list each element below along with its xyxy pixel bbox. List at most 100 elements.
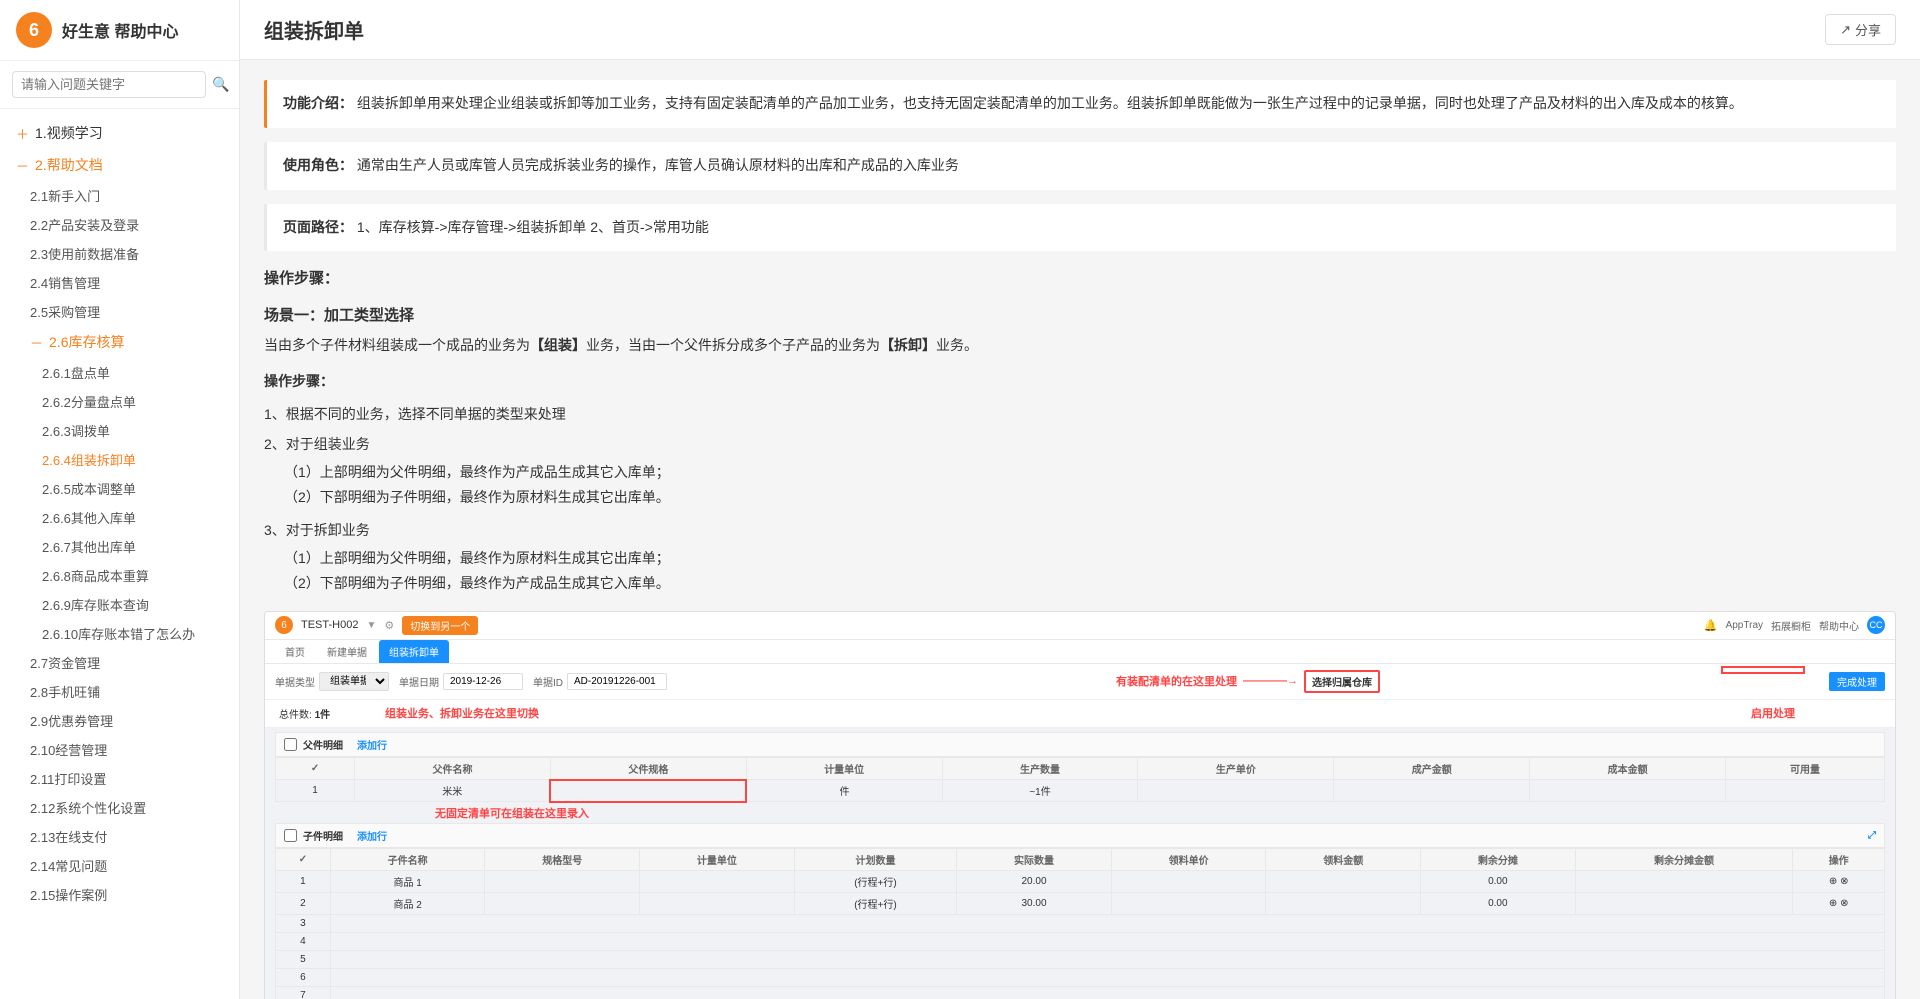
mock-upper-table: ✓ 父件名称 父件规格 计量单位 生产数量 生产单价 成产金额 成本金额 可用量 <box>275 757 1885 803</box>
mock-tab-new[interactable]: 新建单据 <box>317 640 377 663</box>
mock-screen: 6 TEST-H002 ▼ ⚙ 切换到另一个 🔔 AppTray 拓展橱柜 帮助… <box>265 612 1895 999</box>
mock-commit-btn[interactable]: 完成处理 <box>1829 672 1885 691</box>
mock-logo: 6 <box>275 616 293 634</box>
content-area: 功能介绍： 组装拆卸单用来处理企业组装或拆卸等加工业务，支持有固定装配清单的产品… <box>240 60 1920 999</box>
mock-lower-add-btn[interactable]: 添加行 <box>357 828 387 843</box>
share-button[interactable]: ↗ 分享 <box>1825 14 1896 45</box>
mock-type-select[interactable]: 组装单据 拆卸单据 <box>319 672 389 691</box>
table-row: 2 商品 2 (行程+行) 30.00 0.00 ⊕ ⊗ <box>276 892 1885 914</box>
sidebar-item-266[interactable]: 2.6.6其他入库单 <box>0 503 239 532</box>
mock-expand-icon[interactable]: ⤢ <box>1868 830 1876 841</box>
sidebar-item-22[interactable]: 2.2产品安装及登录 <box>0 210 239 239</box>
mock-annotation-area: 有装配清单的在这里处理 ————→ 选择归属仓库 <box>677 670 1819 693</box>
logo-icon: 6 <box>16 12 52 48</box>
mock-ann3: 启用处理 <box>1751 705 1795 721</box>
mock-id-label: 单据ID <box>533 674 563 689</box>
mock-warehouse-field <box>1721 666 1805 674</box>
mock-date-field: 单据日期 <box>399 673 523 690</box>
ann1-arrow: ————→ <box>1243 675 1298 687</box>
mock-topbar: 6 TEST-H002 ▼ ⚙ 切换到另一个 🔔 AppTray 拓展橱柜 帮助… <box>265 612 1895 640</box>
intro-block: 功能介绍： 组装拆卸单用来处理企业组装或拆卸等加工业务，支持有固定装配清单的产品… <box>264 80 1896 128</box>
sidebar-item-267[interactable]: 2.6.7其他出库单 <box>0 532 239 561</box>
mock-lower-checkbox[interactable] <box>284 829 297 842</box>
sidebar-item-214[interactable]: 2.14常见问题 <box>0 851 239 880</box>
mock-td-name[interactable]: 米米 <box>355 780 551 802</box>
mock-ext-label: 拓展橱柜 <box>1771 618 1811 633</box>
mock-td-prodqty[interactable]: ~1件 <box>942 780 1138 802</box>
mock-td-avail <box>1726 780 1885 802</box>
sidebar-item-265[interactable]: 2.6.5成本调整单 <box>0 474 239 503</box>
sidebar-item-24[interactable]: 2.4销售管理 <box>0 268 239 297</box>
mock-form-bar: 单据类型 组装单据 拆卸单据 单据日期 单据ID <box>265 664 1895 700</box>
mock-td-costamt <box>1530 780 1726 802</box>
sidebar-item-2610[interactable]: 2.6.10库存账本错了怎么办 <box>0 619 239 648</box>
table-row: 4 <box>276 932 1885 950</box>
mock-tab-home[interactable]: 首页 <box>275 640 315 663</box>
app-title: 好生意 帮助中心 <box>62 18 178 42</box>
sidebar-item-262[interactable]: 2.6.2分量盘点单 <box>0 387 239 416</box>
sidebar-item-269[interactable]: 2.6.9库存账本查询 <box>0 590 239 619</box>
mock-th-price: 生产单价 <box>1138 757 1334 780</box>
mock-warehouse-input[interactable] <box>1721 666 1805 674</box>
sidebar-item-213[interactable]: 2.13在线支付 <box>0 822 239 851</box>
sidebar-item-docs[interactable]: － 2.帮助文档 <box>0 149 239 181</box>
minus-icon-26: － <box>30 333 43 352</box>
nav-tree: ＋ 1.视频学习 － 2.帮助文档 2.1新手入门 2.2产品安装及登录 2.3… <box>0 109 239 999</box>
mock-date-input[interactable] <box>443 673 523 690</box>
sidebar-item-29[interactable]: 2.9优惠券管理 <box>0 706 239 735</box>
table-row: 1 商品 1 (行程+行) 20.00 0.00 ⊕ ⊗ <box>276 870 1885 892</box>
mock-avatar: CC <box>1867 616 1885 634</box>
mock-id-field: 单据ID <box>533 673 667 690</box>
main-header: 组装拆卸单 ↗ 分享 <box>240 0 1920 60</box>
ann1-text: 有装配清单的在这里处理 <box>1116 673 1237 689</box>
path-text: 1、库存核算->库存管理->组装拆卸单 2、首页->常用功能 <box>357 219 709 235</box>
mock-tab-current[interactable]: 组装拆卸单 <box>379 640 449 663</box>
sidebar-item-21[interactable]: 2.1新手入门 <box>0 181 239 210</box>
sidebar-item-23[interactable]: 2.3使用前数据准备 <box>0 239 239 268</box>
sidebar-item-28[interactable]: 2.8手机旺铺 <box>0 677 239 706</box>
path-block: 页面路径： 1、库存核算->库存管理->组装拆卸单 2、首页->常用功能 <box>264 204 1896 252</box>
mock-topbar-left: 6 TEST-H002 ▼ ⚙ 切换到另一个 <box>275 616 478 635</box>
mock-settings-icon: ⚙ <box>384 619 394 632</box>
sidebar-item-26[interactable]: － 2.6库存核算 <box>0 326 239 358</box>
sidebar-item-212[interactable]: 2.12系统个性化设置 <box>0 793 239 822</box>
mock-lower-title: 子件明细 <box>303 828 343 843</box>
step1: 1、根据不同的业务，选择不同单据的类型来处理 <box>264 404 1896 424</box>
sidebar-item-211[interactable]: 2.11打印设置 <box>0 764 239 793</box>
ops-title: 操作步骤： <box>264 267 1896 288</box>
table-row: 7 <box>276 986 1885 999</box>
mock-topbar-right: 🔔 AppTray 拓展橱柜 帮助中心 CC <box>1704 616 1885 634</box>
search-icon[interactable]: 🔍 <box>212 76 229 93</box>
search-box: 🔍 <box>0 61 239 109</box>
ann3-text: 启用处理 <box>1751 708 1795 720</box>
sidebar-item-215[interactable]: 2.15操作案例 <box>0 880 239 909</box>
sidebar-item-263[interactable]: 2.6.3调拨单 <box>0 416 239 445</box>
mock-td-uprice <box>1138 780 1334 802</box>
scene1-desc: 当由多个子件材料组装成一个成品的业务为【组装】业务，当由一个父件拆分成多个子产品… <box>264 333 1896 358</box>
step3-sub1: （1）上部明细为父件明细，最终作为原材料生成其它出库单； <box>284 546 1896 571</box>
mock-switch-btn[interactable]: 切换到另一个 <box>402 616 478 635</box>
mock-lower-header: 子件明细 添加行 ⤢ <box>275 823 1885 848</box>
table-row: 6 <box>276 968 1885 986</box>
mock-ann4-area: 无固定清单可在组装在这里录入 <box>265 803 1895 823</box>
mock-td-spec[interactable] <box>550 780 746 802</box>
sidebar-item-25[interactable]: 2.5采购管理 <box>0 297 239 326</box>
sidebar-item-268[interactable]: 2.6.8商品成本重算 <box>0 561 239 590</box>
mock-id-input[interactable] <box>567 673 667 690</box>
sidebar-item-261[interactable]: 2.6.1盘点单 <box>0 358 239 387</box>
search-input[interactable] <box>12 71 206 98</box>
mock-th-qty: 生产数量 <box>942 757 1138 780</box>
mock-upper-add-btn[interactable]: 添加行 <box>357 737 387 752</box>
mock-upper-checkbox[interactable] <box>284 738 297 751</box>
mock-th-amount2: 成本金额 <box>1530 757 1726 780</box>
table-row: 1 米米 件 ~1件 <box>276 780 1885 802</box>
sidebar-item-video[interactable]: ＋ 1.视频学习 <box>0 117 239 149</box>
mock-upper-title: 父件明细 <box>303 737 343 752</box>
mock-qty-label: 总件数: 1件 <box>279 706 330 721</box>
ann4-text: 无固定清单可在组装在这里录入 <box>435 808 589 820</box>
sidebar-item-210[interactable]: 2.10经营管理 <box>0 735 239 764</box>
sidebar-item-27[interactable]: 2.7资金管理 <box>0 648 239 677</box>
sidebar-item-264[interactable]: 2.6.4组装拆卸单 <box>0 445 239 474</box>
mock-th-check: ✓ <box>276 757 355 780</box>
mock-select-warehouse-btn[interactable]: 选择归属仓库 <box>1304 670 1380 693</box>
